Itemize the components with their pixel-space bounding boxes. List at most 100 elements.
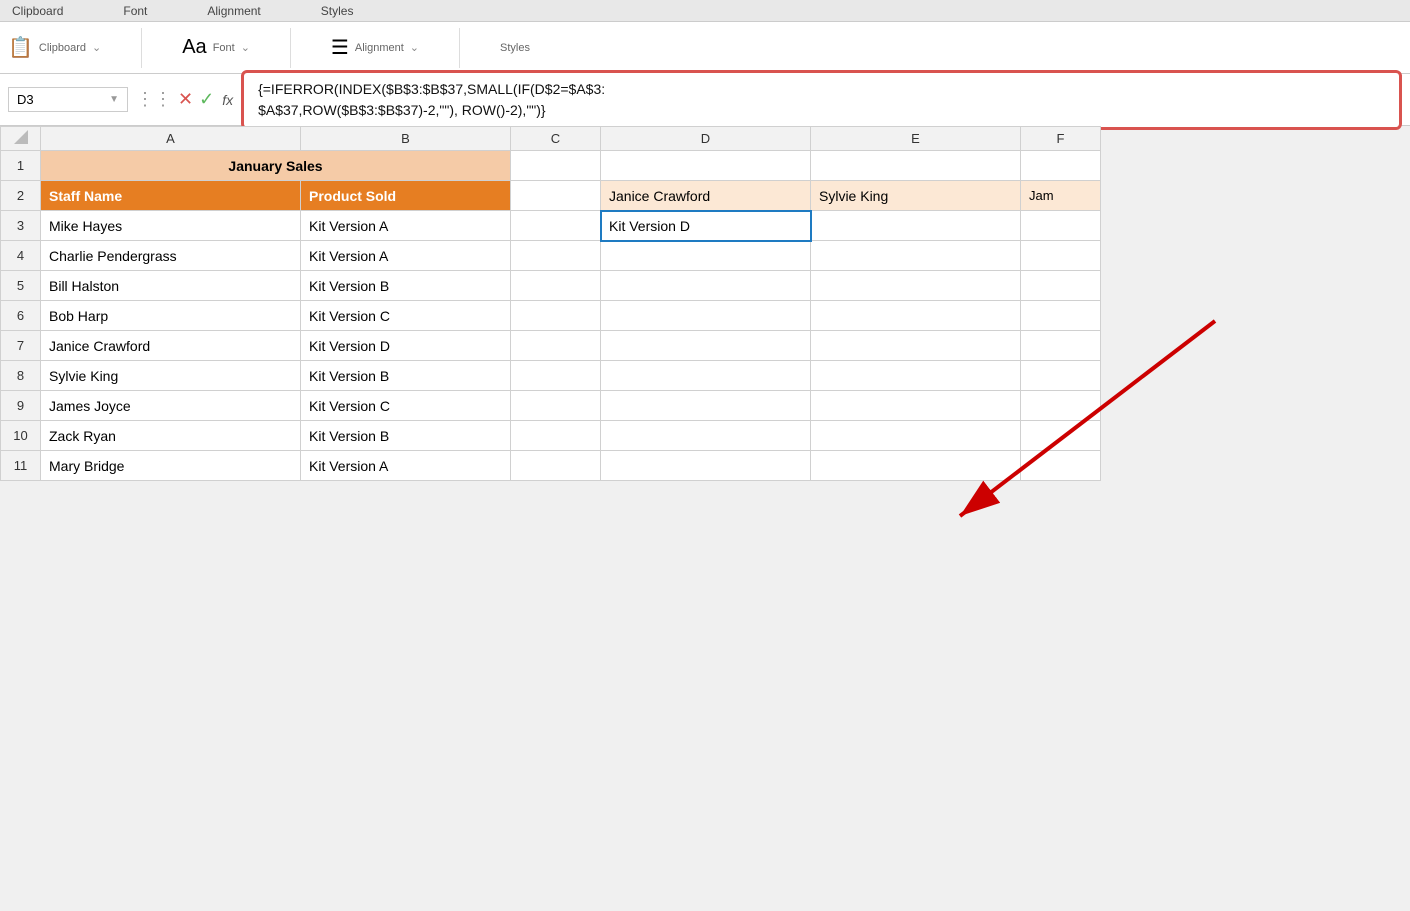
col-header-F[interactable]: F — [1021, 127, 1101, 151]
cell-D5[interactable] — [601, 271, 811, 301]
cell-C11[interactable] — [511, 451, 601, 481]
cell-F1[interactable] — [1021, 151, 1101, 181]
cell-F5[interactable] — [1021, 271, 1101, 301]
formula-bar: D3 ▼ ⋮⋮ ✕ ✓ fx {=IFERROR(INDEX($B$3:$B$3… — [0, 74, 1410, 126]
cell-E10[interactable] — [811, 421, 1021, 451]
cell-B8[interactable]: Kit Version B — [301, 361, 511, 391]
reject-icon[interactable]: ✕ — [178, 89, 193, 110]
cell-E8[interactable] — [811, 361, 1021, 391]
cell-B3[interactable]: Kit Version A — [301, 211, 511, 241]
clipboard-tab[interactable]: Clipboard — [12, 4, 63, 18]
cell-ref-dropdown-icon[interactable]: ▼ — [109, 94, 119, 105]
cell-C1[interactable] — [511, 151, 601, 181]
cell-D2[interactable]: Janice Crawford — [601, 181, 811, 211]
cell-A8[interactable]: Sylvie King — [41, 361, 301, 391]
cell-E1[interactable] — [811, 151, 1021, 181]
cell-A5[interactable]: Bill Halston — [41, 271, 301, 301]
cell-D1[interactable] — [601, 151, 811, 181]
alignment-tab[interactable]: Alignment — [207, 4, 260, 18]
row-header-11[interactable]: 11 — [1, 451, 41, 481]
row-header-5[interactable]: 5 — [1, 271, 41, 301]
cell-A1[interactable]: January Sales — [41, 151, 511, 181]
styles-tab[interactable]: Styles — [321, 4, 354, 18]
row-header-8[interactable]: 8 — [1, 361, 41, 391]
row-header-4[interactable]: 4 — [1, 241, 41, 271]
cell-C7[interactable] — [511, 331, 601, 361]
cell-E2[interactable]: Sylvie King — [811, 181, 1021, 211]
row-header-1[interactable]: 1 — [1, 151, 41, 181]
cell-B2[interactable]: Product Sold — [301, 181, 511, 211]
fx-label: fx — [222, 92, 233, 108]
cell-D4[interactable] — [601, 241, 811, 271]
cell-A11[interactable]: Mary Bridge — [41, 451, 301, 481]
cell-A2[interactable]: Staff Name — [41, 181, 301, 211]
cell-F10[interactable] — [1021, 421, 1101, 451]
cell-D6[interactable] — [601, 301, 811, 331]
font-expand-icon[interactable]: ⌄ — [241, 41, 250, 54]
cell-B9[interactable]: Kit Version C — [301, 391, 511, 421]
cell-B10[interactable]: Kit Version B — [301, 421, 511, 451]
row-header-2[interactable]: 2 — [1, 181, 41, 211]
cell-C10[interactable] — [511, 421, 601, 451]
cell-A9[interactable]: James Joyce — [41, 391, 301, 421]
font-tab[interactable]: Font — [123, 4, 147, 18]
cell-D11[interactable] — [601, 451, 811, 481]
cell-B6[interactable]: Kit Version C — [301, 301, 511, 331]
cell-E9[interactable] — [811, 391, 1021, 421]
cell-C3[interactable] — [511, 211, 601, 241]
cell-A3[interactable]: Mike Hayes — [41, 211, 301, 241]
cell-F6[interactable] — [1021, 301, 1101, 331]
cell-B5[interactable]: Kit Version B — [301, 271, 511, 301]
cell-F11[interactable] — [1021, 451, 1101, 481]
cell-B4[interactable]: Kit Version A — [301, 241, 511, 271]
cell-B11[interactable]: Kit Version A — [301, 451, 511, 481]
row-header-7[interactable]: 7 — [1, 331, 41, 361]
alignment-expand-icon[interactable]: ⌄ — [410, 41, 419, 54]
col-header-E[interactable]: E — [811, 127, 1021, 151]
cell-E7[interactable] — [811, 331, 1021, 361]
cell-C9[interactable] — [511, 391, 601, 421]
cancel-icon[interactable]: ⋮⋮ — [136, 89, 172, 110]
cell-E3[interactable] — [811, 211, 1021, 241]
col-header-D[interactable]: D — [601, 127, 811, 151]
cell-F7[interactable] — [1021, 331, 1101, 361]
cell-D9[interactable] — [601, 391, 811, 421]
cell-E5[interactable] — [811, 271, 1021, 301]
clipboard-expand-icon[interactable]: ⌄ — [92, 41, 101, 54]
cell-B7[interactable]: Kit Version D — [301, 331, 511, 361]
col-header-C[interactable]: C — [511, 127, 601, 151]
row-header-9[interactable]: 9 — [1, 391, 41, 421]
row-header-3[interactable]: 3 — [1, 211, 41, 241]
cell-E6[interactable] — [811, 301, 1021, 331]
cell-C5[interactable] — [511, 271, 601, 301]
row-header-10[interactable]: 10 — [1, 421, 41, 451]
cell-D7[interactable] — [601, 331, 811, 361]
cell-E4[interactable] — [811, 241, 1021, 271]
col-header-A[interactable]: A — [41, 127, 301, 151]
row-header-6[interactable]: 6 — [1, 301, 41, 331]
cell-C4[interactable] — [511, 241, 601, 271]
cell-D3[interactable]: Kit Version D — [601, 211, 811, 241]
cell-A4[interactable]: Charlie Pendergrass — [41, 241, 301, 271]
font-label: Font — [213, 42, 235, 54]
cell-A6[interactable]: Bob Harp — [41, 301, 301, 331]
cell-F4[interactable] — [1021, 241, 1101, 271]
cell-F8[interactable] — [1021, 361, 1101, 391]
corner-header — [1, 127, 41, 151]
cell-F2[interactable]: Jam — [1021, 181, 1101, 211]
formula-input[interactable]: {=IFERROR(INDEX($B$3:$B$37,SMALL(IF(D$2=… — [241, 70, 1402, 130]
accept-icon[interactable]: ✓ — [199, 89, 214, 110]
cell-C8[interactable] — [511, 361, 601, 391]
cell-F3[interactable] — [1021, 211, 1101, 241]
cell-C6[interactable] — [511, 301, 601, 331]
col-header-B[interactable]: B — [301, 127, 511, 151]
cell-C2[interactable] — [511, 181, 601, 211]
cell-E11[interactable] — [811, 451, 1021, 481]
clipboard-group: 📋 Clipboard ⌄ — [8, 35, 101, 60]
cell-A10[interactable]: Zack Ryan — [41, 421, 301, 451]
cell-ref-box[interactable]: D3 ▼ — [8, 87, 128, 112]
cell-D10[interactable] — [601, 421, 811, 451]
cell-D8[interactable] — [601, 361, 811, 391]
cell-F9[interactable] — [1021, 391, 1101, 421]
cell-A7[interactable]: Janice Crawford — [41, 331, 301, 361]
